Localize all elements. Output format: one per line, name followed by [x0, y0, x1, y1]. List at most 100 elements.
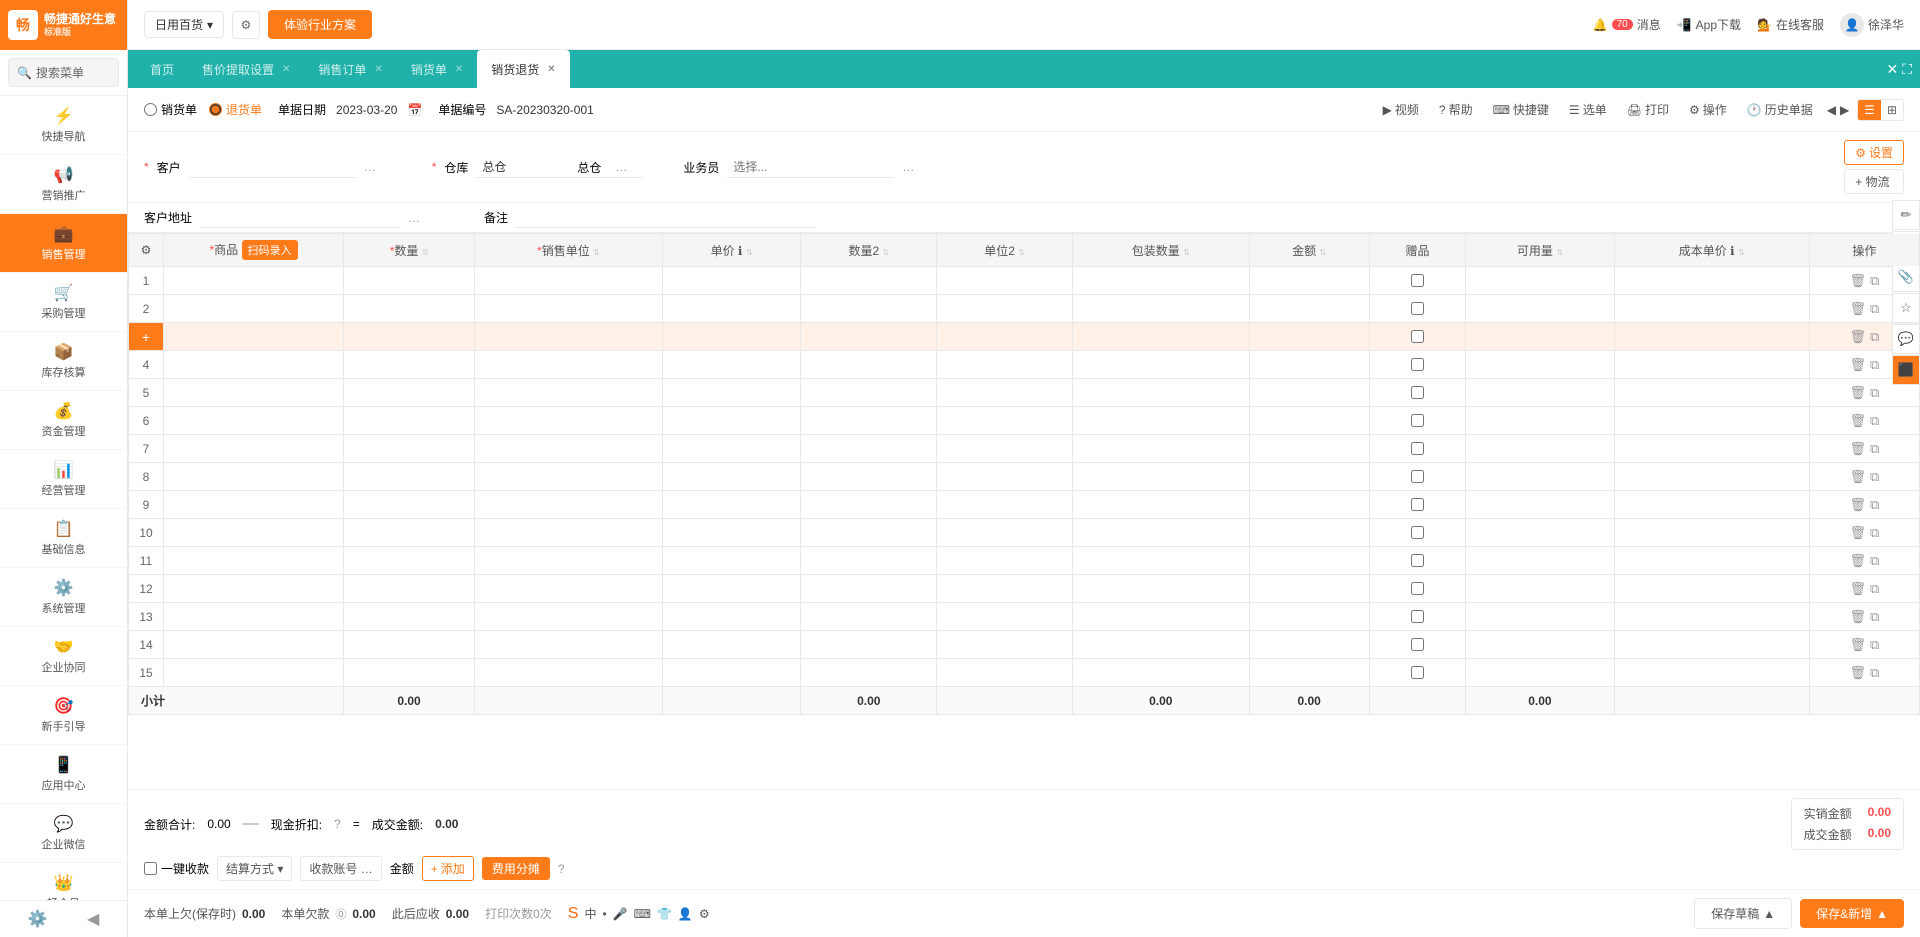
copy-row-btn[interactable]: ⧉ [1870, 441, 1879, 457]
tool7-icon[interactable]: ⚙ [699, 907, 710, 921]
warehouse-more-btn[interactable]: … [615, 160, 627, 174]
sidebar-item-operations[interactable]: 📊 经营管理 [0, 450, 127, 509]
address-more-btn[interactable]: … [408, 211, 420, 225]
sidebar-item-enterprise[interactable]: 🤝 企业协同 [0, 627, 127, 686]
close-sales-order-icon[interactable]: ✕ [374, 64, 382, 75]
discount-help-icon[interactable]: ? [334, 817, 341, 831]
copy-row-btn[interactable]: ⧉ [1870, 609, 1879, 625]
account-more-icon[interactable]: … [361, 862, 373, 876]
right-icon-attach[interactable]: 📎 [1892, 262, 1920, 292]
save-new-btn[interactable]: 保存&新增 ▲ [1800, 899, 1904, 928]
grid-view-btn[interactable]: ☰ [1858, 100, 1881, 120]
unit-price-cell[interactable] [662, 267, 801, 295]
sidebar-item-guide[interactable]: 🎯 新手引导 [0, 686, 127, 745]
history-btn[interactable]: 🕐 历史单据 [1741, 98, 1819, 121]
salesperson-more-btn[interactable]: … [902, 160, 914, 174]
right-icon-star[interactable]: ☆ [1892, 293, 1920, 323]
user-avatar-item[interactable]: 👤 徐泽华 [1840, 13, 1904, 37]
help-btn[interactable]: ? 帮助 [1433, 98, 1479, 121]
breadcrumb-select[interactable]: 日用百货 ▾ [144, 11, 224, 38]
delete-row-btn[interactable]: 🗑 [1849, 273, 1866, 289]
delete-row-btn[interactable]: 🗑 [1849, 609, 1866, 625]
close-tab-icon[interactable]: ✕ [1886, 61, 1898, 78]
tool5-icon[interactable]: 👕 [657, 907, 672, 921]
close-sales-return-icon[interactable]: ✕ [547, 64, 555, 75]
customer-more-btn[interactable]: … [364, 160, 376, 174]
one-click-pay-checkbox[interactable]: 一键收款 [144, 860, 209, 877]
delete-row-btn[interactable]: 🗑 [1849, 357, 1866, 373]
tab-sales-delivery[interactable]: 销货单 ✕ [397, 50, 477, 88]
once-note-help[interactable]: ⓪ [335, 906, 346, 922]
settlement-method-select[interactable]: 结算方式 ▾ [217, 856, 292, 881]
product-input-active[interactable] [172, 330, 335, 344]
account-field[interactable]: 收款账号 … [300, 856, 381, 881]
shortcut-btn[interactable]: ⌨ 快捷键 [1487, 98, 1555, 121]
radio-return-input[interactable] [209, 103, 222, 116]
select-btn[interactable]: ☰ 选单 [1563, 98, 1613, 121]
app-download-item[interactable]: 📲 App下载 [1677, 16, 1741, 33]
logistics-btn[interactable]: + 物流 [1844, 169, 1904, 194]
right-icon-screen[interactable]: ⬛ [1892, 355, 1920, 385]
gift-checkbox[interactable] [1411, 330, 1424, 343]
available-cell[interactable] [1466, 267, 1614, 295]
maximize-icon[interactable]: ⛶ [1902, 61, 1912, 78]
search-menu-button[interactable]: 🔍 搜索菜单 [8, 58, 119, 87]
save-draft-btn[interactable]: 保存草稿 ▲ [1694, 898, 1792, 929]
tab-price-setting[interactable]: 售价提取设置 ✕ [188, 50, 304, 88]
address-input[interactable] [200, 207, 400, 228]
tool4-icon[interactable]: ⌨ [634, 907, 651, 921]
tool2-icon[interactable]: • [602, 907, 606, 921]
sidebar-item-basic[interactable]: 📋 基础信息 [0, 509, 127, 568]
copy-row-btn[interactable]: ⧉ [1870, 525, 1879, 541]
cost-price-cell[interactable] [1614, 267, 1809, 295]
next-icon[interactable]: ▶ [1840, 103, 1849, 117]
radio-return[interactable]: 退货单 [209, 101, 262, 118]
video-btn[interactable]: ▶ 视频 [1377, 98, 1425, 121]
sidebar-item-member[interactable]: 👑 畅会员 [0, 863, 127, 900]
tool3-icon[interactable]: 🎤 [613, 907, 628, 921]
expense-help-icon[interactable]: ? [558, 862, 565, 876]
add-row-btn[interactable]: + [137, 328, 155, 346]
tab-home[interactable]: 首页 [136, 50, 188, 88]
sidebar-item-purchase[interactable]: 🛒 采购管理 [0, 273, 127, 332]
sidebar-item-inventory[interactable]: 📦 库存核算 [0, 332, 127, 391]
copy-row-btn[interactable]: ⧉ [1870, 553, 1879, 569]
qty2-cell[interactable] [801, 267, 937, 295]
copy-row-btn[interactable]: ⧉ [1870, 273, 1879, 289]
header-settings-btn[interactable]: ⚙ [232, 11, 260, 39]
delete-row-btn[interactable]: 🗑 [1849, 581, 1866, 597]
copy-row-btn[interactable]: ⧉ [1870, 665, 1879, 681]
one-click-pay-input[interactable] [144, 862, 157, 875]
customer-input[interactable] [189, 157, 356, 178]
collapse-btn[interactable]: ◀ [87, 909, 99, 929]
col-settings[interactable]: ⚙ [129, 234, 164, 267]
gift-checkbox[interactable] [1411, 274, 1424, 287]
prev-icon[interactable]: ◀ [1827, 103, 1836, 117]
close-sales-delivery-icon[interactable]: ✕ [455, 64, 463, 75]
unit2-cell[interactable] [937, 267, 1073, 295]
notification-item[interactable]: 🔔 70 消息 [1593, 16, 1661, 33]
online-service-item[interactable]: 💁 在线客服 [1757, 16, 1824, 33]
close-price-setting-icon[interactable]: ✕ [282, 64, 290, 75]
delete-row-btn[interactable]: 🗑 [1849, 553, 1866, 569]
add-payment-btn[interactable]: + 添加 [422, 856, 474, 881]
delete-row-btn[interactable]: 🗑 [1849, 525, 1866, 541]
copy-row-btn[interactable]: ⧉ [1870, 497, 1879, 513]
delete-row-btn[interactable]: 🗑 [1849, 441, 1866, 457]
tool6-icon[interactable]: 👤 [678, 907, 693, 921]
copy-row-btn[interactable]: ⧉ [1870, 469, 1879, 485]
sidebar-item-shortcut[interactable]: ⚡ 快捷导航 [0, 96, 127, 155]
expense-split-btn[interactable]: 费用分摊 [482, 857, 550, 880]
copy-row-btn[interactable]: ⧉ [1870, 301, 1879, 317]
sidebar-item-sales[interactable]: 💼 销售管理 [0, 214, 127, 273]
settings-action-btn[interactable]: ⚙ 设置 [1844, 140, 1904, 165]
sidebar-item-system[interactable]: ⚙️ 系统管理 [0, 568, 127, 627]
operation-btn[interactable]: ⚙ 操作 [1683, 98, 1733, 121]
delete-row-btn[interactable]: 🗑 [1849, 413, 1866, 429]
calendar-icon[interactable]: 📅 [407, 103, 422, 117]
right-icon-chat[interactable]: 💬 [1892, 324, 1920, 354]
list-view-btn[interactable]: ⊞ [1881, 100, 1903, 120]
radio-sales-input[interactable] [144, 103, 157, 116]
tab-sales-return[interactable]: 销货退货 ✕ [477, 50, 569, 88]
sidebar-search[interactable]: 🔍 搜索菜单 [0, 50, 127, 96]
